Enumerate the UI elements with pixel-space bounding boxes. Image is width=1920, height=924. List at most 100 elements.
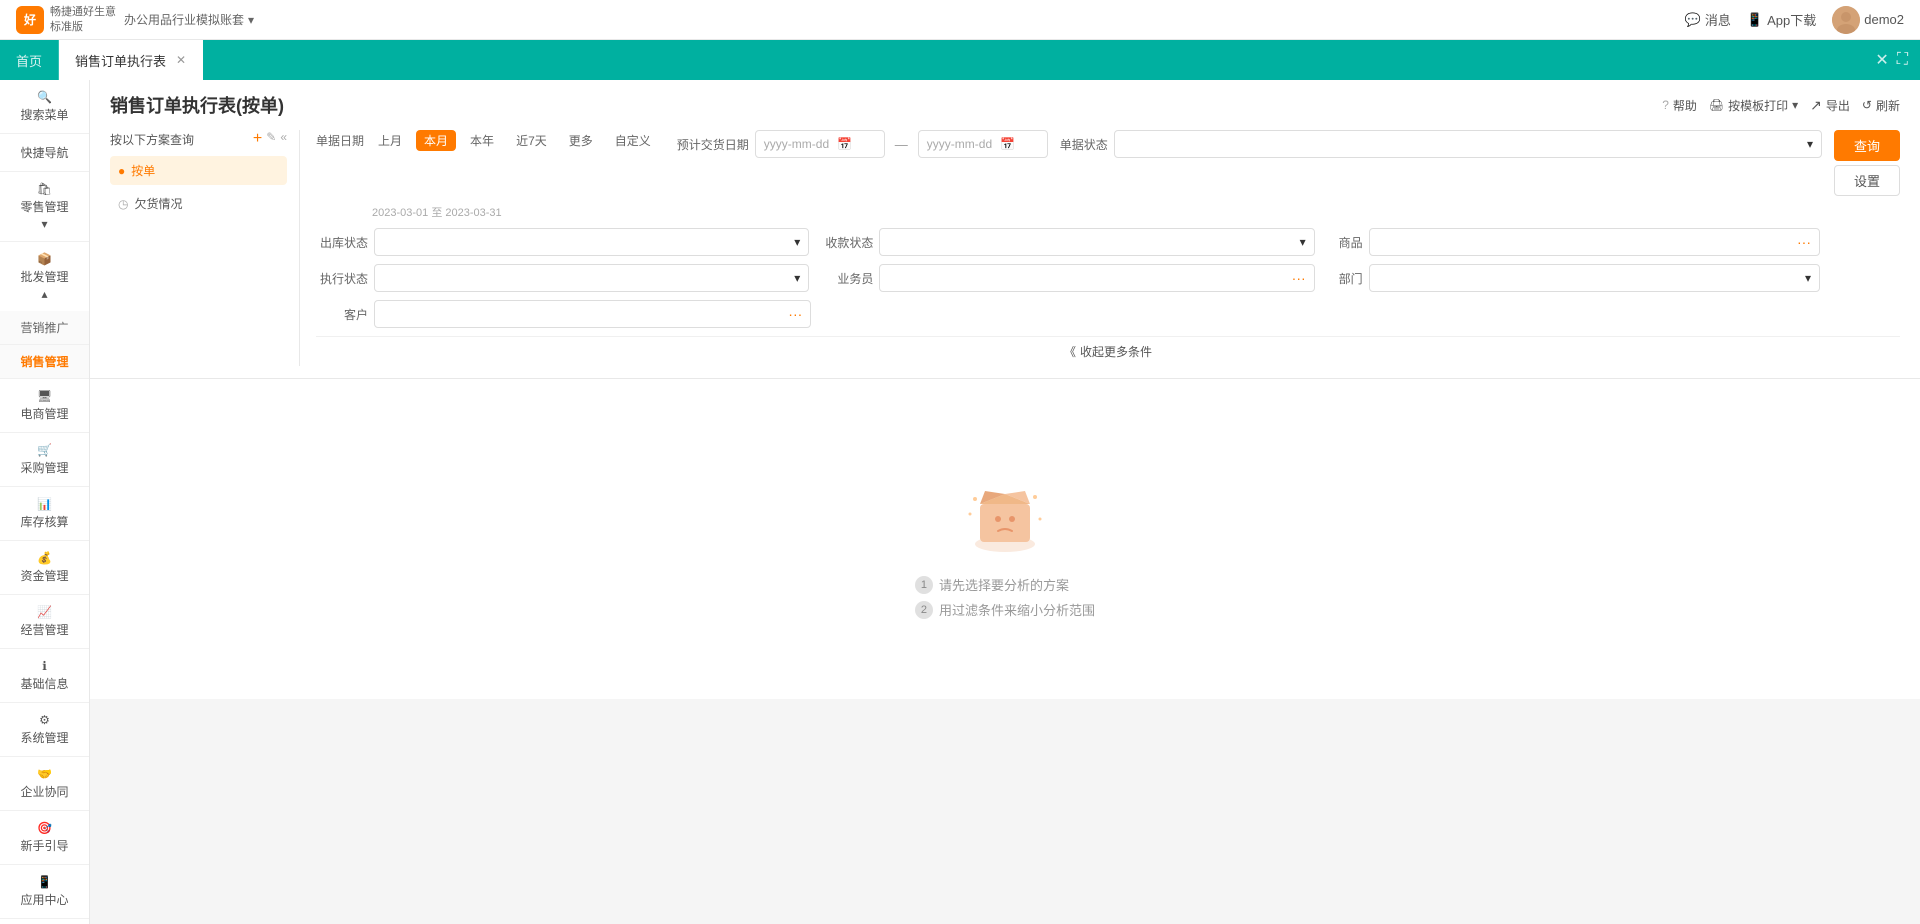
page-wrapper: 销售订单执行表(按单) ? 帮助 🖨 按模板打印 ▾ ↗ 导出 <box>90 80 1920 699</box>
refresh-icon: ↺ <box>1862 98 1872 112</box>
goods-input[interactable]: ··· <box>1369 228 1820 256</box>
sidebar-item-finance[interactable]: 💰 资金管理 <box>0 541 89 595</box>
sidebar-item-ecommerce[interactable]: 🖥 电商管理 <box>0 379 89 433</box>
doc-status-select[interactable]: ▾ <box>1114 130 1822 158</box>
sidebar-item-system[interactable]: ⚙ 系统管理 <box>0 703 89 757</box>
date-btn-more[interactable]: 更多 <box>561 130 601 151</box>
filter-area: 按以下方案查询 + ✎ « ● 按单 ◷ 欠货情况 <box>90 118 1920 379</box>
user-name: demo2 <box>1864 12 1904 27</box>
customer-dots-icon[interactable]: ··· <box>788 306 802 322</box>
date-label: 单据日期 <box>316 132 364 149</box>
delivery-status-select[interactable]: ▾ <box>374 228 809 256</box>
sidebar-item-purchase[interactable]: 🛒 采购管理 <box>0 433 89 487</box>
filter-row-2: 出库状态 ▾ 收款状态 ▾ <box>316 228 1900 256</box>
expected-delivery-label: 预计交货日期 <box>677 136 749 153</box>
enterprise-icon: 🤝 <box>37 767 52 781</box>
customer-section: 客户 ··· <box>316 300 811 328</box>
search-button[interactable]: 查询 <box>1834 130 1900 161</box>
sidebar-item-enterprise[interactable]: 🤝 企业协同 <box>0 757 89 811</box>
scheme-item-debt[interactable]: ◷ 欠货情况 <box>110 189 287 218</box>
help-btn[interactable]: ? 帮助 <box>1662 97 1697 114</box>
empty-illustration <box>955 459 1055 559</box>
scheme-header-label: 按以下方案查询 <box>110 131 194 148</box>
business-icon: 📈 <box>37 605 52 619</box>
date-btn-this-month[interactable]: 本月 <box>416 130 456 151</box>
doc-status-label: 单据状态 <box>1060 136 1108 153</box>
export-icon: ↗ <box>1810 97 1822 114</box>
date-btn-last-month[interactable]: 上月 <box>370 130 410 151</box>
wholesale-label: 批发管理 <box>20 268 68 285</box>
customer-input[interactable]: ··· <box>374 300 811 328</box>
goods-label: 商品 <box>1327 234 1363 251</box>
goods-dots-icon[interactable]: ··· <box>1797 234 1811 250</box>
settings-button[interactable]: 设置 <box>1834 165 1900 196</box>
empty-tip-1: 1 请先选择要分析的方案 <box>915 575 1095 594</box>
sidebar-item-business[interactable]: 📈 经营管理 <box>0 595 89 649</box>
collapse-btn[interactable]: 《 收起更多条件 <box>316 336 1900 366</box>
delivery-date-end-input[interactable]: yyyy-mm-dd 📅 <box>918 130 1048 158</box>
execution-status-label: 执行状态 <box>316 270 368 287</box>
tab-sales-order[interactable]: 销售订单执行表 ✕ <box>59 40 203 80</box>
payment-status-select[interactable]: ▾ <box>879 228 1314 256</box>
department-select[interactable]: ▾ <box>1369 264 1820 292</box>
enterprise-label: 企业协同 <box>20 783 68 800</box>
message-label: 消息 <box>1705 10 1731 29</box>
scheme-add-icon[interactable]: + <box>253 130 262 148</box>
top-header: 好 畅捷通好生意 标准版 办公用品行业模拟账套 ▾ 💬 消息 📱 App下载 <box>0 0 1920 40</box>
date-btn-last-7days[interactable]: 近7天 <box>508 130 555 151</box>
system-label: 系统管理 <box>20 729 68 746</box>
execution-status-select[interactable]: ▾ <box>374 264 809 292</box>
app-download-action[interactable]: 📱 App下载 <box>1747 10 1816 29</box>
sidebar-sub-wholesale: 营销推广 销售管理 <box>0 311 89 379</box>
tab-close-all-icon[interactable]: ✕ <box>1875 50 1888 70</box>
inventory-icon: 📊 <box>37 497 52 511</box>
sidebar-item-inventory[interactable]: 📊 库存核算 <box>0 487 89 541</box>
print-btn[interactable]: 🖨 按模板打印 ▾ <box>1709 97 1798 114</box>
tip-num-1: 1 <box>915 576 933 594</box>
sidebar-item-sales[interactable]: 销售管理 <box>0 345 89 379</box>
tip-2-text: 用过滤条件来缩小分析范围 <box>939 600 1095 619</box>
date-btn-custom[interactable]: 自定义 <box>607 130 659 151</box>
sidebar-search-label: 搜索菜单 <box>20 106 68 123</box>
scheme-order-label: 按单 <box>131 162 155 179</box>
scheme-item-order[interactable]: ● 按单 <box>110 156 287 185</box>
tab-home[interactable]: 首页 <box>0 40 59 80</box>
department-label: 部门 <box>1327 270 1363 287</box>
sidebar-item-wholesale[interactable]: 📦 批发管理 ▴ <box>0 242 89 311</box>
user-action[interactable]: demo2 <box>1832 6 1904 34</box>
title-actions: ? 帮助 🖨 按模板打印 ▾ ↗ 导出 ↺ 刷新 <box>1662 97 1900 114</box>
salesperson-label: 业务员 <box>821 270 873 287</box>
message-action[interactable]: 💬 消息 <box>1685 10 1731 29</box>
breadcrumb-text: 办公用品行业模拟账套 <box>124 11 244 28</box>
tab-maximize-icon[interactable]: ⛶ <box>1897 51 1908 69</box>
date-filter-section: 单据日期 上月 本月 本年 近7天 更多 自定义 <box>316 130 665 151</box>
salesperson-dots-icon[interactable]: ··· <box>1292 270 1306 286</box>
wholesale-icon: 📦 <box>37 252 52 266</box>
refresh-btn[interactable]: ↺ 刷新 <box>1862 97 1900 114</box>
sidebar-item-appstore[interactable]: 📱 应用中心 <box>0 865 89 919</box>
wholesale-expand-icon: ▴ <box>41 287 47 301</box>
delivery-date-start-input[interactable]: yyyy-mm-dd 📅 <box>755 130 885 158</box>
sidebar-item-basic[interactable]: ℹ 基础信息 <box>0 649 89 703</box>
basic-icon: ℹ <box>42 659 47 673</box>
execution-status-chevron: ▾ <box>794 271 800 285</box>
sidebar-item-wechat[interactable]: 💬 企业微信 <box>0 919 89 924</box>
export-btn[interactable]: ↗ 导出 <box>1810 97 1850 114</box>
search-icon: 🔍 <box>37 90 52 104</box>
empty-tip-2: 2 用过滤条件来缩小分析范围 <box>915 600 1095 619</box>
salesperson-input[interactable]: ··· <box>879 264 1314 292</box>
sidebar-item-retail[interactable]: 🛍 零售管理 ▾ <box>0 172 89 242</box>
tab-close-icon[interactable]: ✕ <box>176 53 186 67</box>
sidebar-quick-nav[interactable]: 快捷导航 <box>0 134 89 172</box>
purchase-label: 采购管理 <box>20 459 68 476</box>
delivery-status-section: 出库状态 ▾ <box>316 228 809 256</box>
sidebar-item-newbie[interactable]: 🎯 新手引导 <box>0 811 89 865</box>
customer-label: 客户 <box>316 306 368 323</box>
date-btn-this-year[interactable]: 本年 <box>462 130 502 151</box>
calendar-end-icon: 📅 <box>1000 137 1015 151</box>
sidebar-item-marketing[interactable]: 营销推广 <box>0 311 89 345</box>
scheme-edit-icon[interactable]: ✎ <box>266 130 276 148</box>
scheme-collapse-icon[interactable]: « <box>280 130 287 148</box>
breadcrumb-dropdown-icon[interactable]: ▾ <box>248 13 254 27</box>
sidebar-search[interactable]: 🔍 搜索菜单 <box>0 80 89 134</box>
